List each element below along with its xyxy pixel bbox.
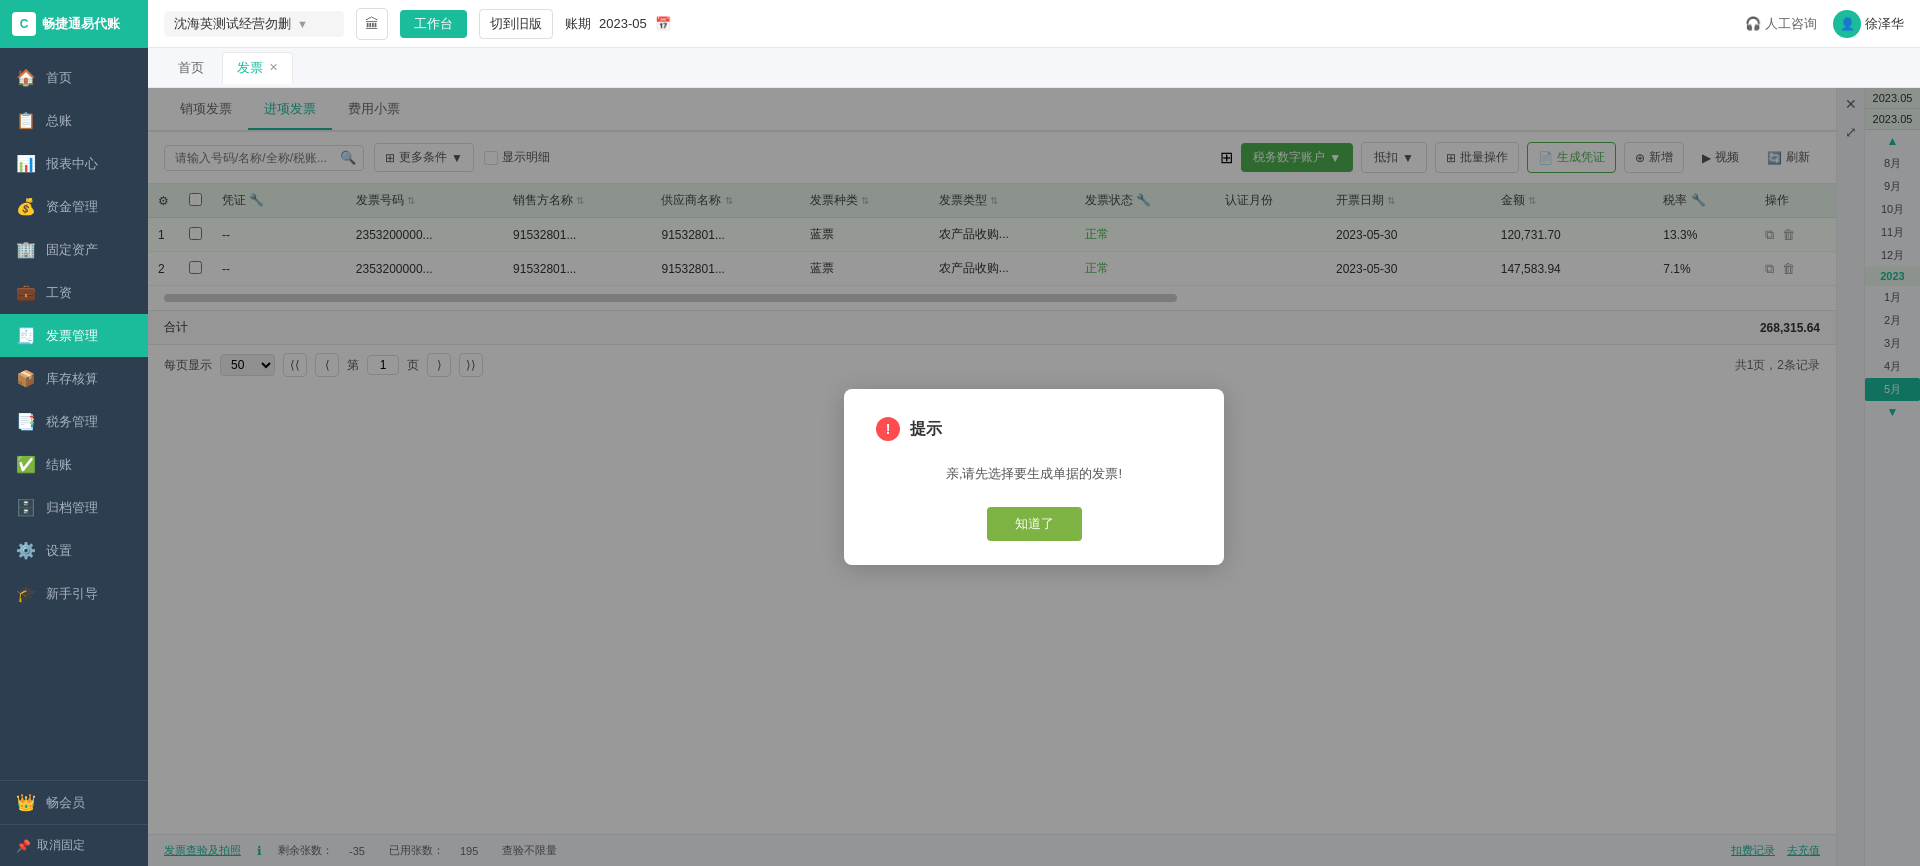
sidebar-item-reports[interactable]: 📊 报表中心 <box>0 142 148 185</box>
period-display: 账期 2023-05 📅 <box>565 15 671 33</box>
sidebar-item-assets-label: 固定资产 <box>46 241 98 259</box>
sidebar-item-checkout[interactable]: ✅ 结账 <box>0 443 148 486</box>
close-icon[interactable]: ✕ <box>269 61 278 74</box>
checkout-icon: ✅ <box>16 455 36 474</box>
inventory-icon: 📦 <box>16 369 36 388</box>
dialog-ok-btn[interactable]: 知道了 <box>987 507 1082 541</box>
user-menu[interactable]: 👤 徐泽华 <box>1833 10 1904 38</box>
dialog-message: 亲,请先选择要生成单据的发票! <box>876 457 1192 491</box>
dialog-overlay: ! 提示 亲,请先选择要生成单据的发票! 知道了 <box>148 88 1920 866</box>
guide-icon: 🎓 <box>16 584 36 603</box>
calendar-icon[interactable]: 📅 <box>655 16 671 31</box>
settings-icon: ⚙️ <box>16 541 36 560</box>
sidebar-item-archive-label: 归档管理 <box>46 499 98 517</box>
sidebar-item-guide[interactable]: 🎓 新手引导 <box>0 572 148 615</box>
sidebar: C 畅捷通易代账 🏠 首页 📋 总账 📊 报表中心 💰 资金管理 🏢 <box>0 0 148 866</box>
chevron-down-icon: ▼ <box>297 18 308 30</box>
building-icon: 🏛 <box>365 16 379 32</box>
app-logo: C 畅捷通易代账 <box>0 0 148 48</box>
assets-icon: 🏢 <box>16 240 36 259</box>
sidebar-item-tax[interactable]: 📑 税务管理 <box>0 400 148 443</box>
support-btn[interactable]: 🎧 人工咨询 <box>1745 15 1817 33</box>
tab-invoice-label: 发票 <box>237 59 263 77</box>
app-name: 畅捷通易代账 <box>42 15 120 33</box>
sidebar-item-tax-label: 税务管理 <box>46 413 98 431</box>
tabbar: 首页 发票 ✕ <box>148 48 1920 88</box>
company-name: 沈海英测试经营勿删 <box>174 15 291 33</box>
user-name: 徐泽华 <box>1865 15 1904 33</box>
sidebar-item-settings-label: 设置 <box>46 542 72 560</box>
sidebar-item-reports-label: 报表中心 <box>46 155 98 173</box>
user-avatar: 👤 <box>1833 10 1861 38</box>
dialog-header: ! 提示 <box>876 417 942 441</box>
sidebar-nav: 🏠 首页 📋 总账 📊 报表中心 💰 资金管理 🏢 固定资产 💼 工资 <box>0 48 148 780</box>
sidebar-item-archive[interactable]: 🗄️ 归档管理 <box>0 486 148 529</box>
tab-invoice[interactable]: 发票 ✕ <box>222 52 293 84</box>
workspace-btn[interactable]: 工作台 <box>400 10 467 38</box>
dialog-footer: 知道了 <box>876 507 1192 541</box>
sidebar-item-membership[interactable]: 👑 畅会员 <box>0 780 148 824</box>
sidebar-item-salary[interactable]: 💼 工资 <box>0 271 148 314</box>
sidebar-item-settings[interactable]: ⚙️ 设置 <box>0 529 148 572</box>
sidebar-item-ledger[interactable]: 📋 总账 <box>0 99 148 142</box>
page-content: 销项发票 进项发票 费用小票 🔍 ⊞ <box>148 88 1920 866</box>
main-content: 沈海英测试经营勿删 ▼ 🏛 工作台 切到旧版 账期 2023-05 📅 🎧 人工… <box>148 0 1920 866</box>
user-avatar-icon: 👤 <box>1840 17 1855 31</box>
sidebar-item-invoice-label: 发票管理 <box>46 327 98 345</box>
sidebar-item-inventory[interactable]: 📦 库存核算 <box>0 357 148 400</box>
home-icon: 🏠 <box>16 68 36 87</box>
sidebar-item-funds-label: 资金管理 <box>46 198 98 216</box>
sidebar-item-funds[interactable]: 💰 资金管理 <box>0 185 148 228</box>
tax-icon: 📑 <box>16 412 36 431</box>
membership-icon: 👑 <box>16 793 36 812</box>
cancel-fixed-label: 取消固定 <box>37 837 85 854</box>
membership-label: 畅会员 <box>46 794 85 812</box>
sidebar-item-home[interactable]: 🏠 首页 <box>0 56 148 99</box>
sidebar-item-home-label: 首页 <box>46 69 72 87</box>
warning-icon: ! <box>876 417 900 441</box>
sidebar-item-salary-label: 工资 <box>46 284 72 302</box>
funds-icon: 💰 <box>16 197 36 216</box>
period-label: 账期 <box>565 15 591 33</box>
topbar: 沈海英测试经营勿删 ▼ 🏛 工作台 切到旧版 账期 2023-05 📅 🎧 人工… <box>148 0 1920 48</box>
sidebar-item-assets[interactable]: 🏢 固定资产 <box>0 228 148 271</box>
topbar-right: 🎧 人工咨询 👤 徐泽华 <box>1745 10 1904 38</box>
dialog-title: 提示 <box>910 419 942 440</box>
switch-version-btn[interactable]: 切到旧版 <box>479 9 553 39</box>
company-selector[interactable]: 沈海英测试经营勿删 ▼ <box>164 11 344 37</box>
period-value: 2023-05 <box>599 16 647 31</box>
logo-icon: C <box>12 12 36 36</box>
sidebar-item-checkout-label: 结账 <box>46 456 72 474</box>
tab-home-label: 首页 <box>178 59 204 77</box>
dialog: ! 提示 亲,请先选择要生成单据的发票! 知道了 <box>844 389 1224 565</box>
archive-icon: 🗄️ <box>16 498 36 517</box>
salary-icon: 💼 <box>16 283 36 302</box>
invoice-icon: 🧾 <box>16 326 36 345</box>
company-icon-btn[interactable]: 🏛 <box>356 8 388 40</box>
sidebar-item-inventory-label: 库存核算 <box>46 370 98 388</box>
tab-home[interactable]: 首页 <box>164 53 218 83</box>
support-label: 人工咨询 <box>1765 15 1817 33</box>
sidebar-item-ledger-label: 总账 <box>46 112 72 130</box>
reports-icon: 📊 <box>16 154 36 173</box>
sidebar-item-guide-label: 新手引导 <box>46 585 98 603</box>
ledger-icon: 📋 <box>16 111 36 130</box>
sidebar-item-invoice[interactable]: 🧾 发票管理 <box>0 314 148 357</box>
headset-icon: 🎧 <box>1745 16 1761 31</box>
cancel-fixed-btn[interactable]: 📌 取消固定 <box>0 824 148 866</box>
pin-icon: 📌 <box>16 839 31 853</box>
